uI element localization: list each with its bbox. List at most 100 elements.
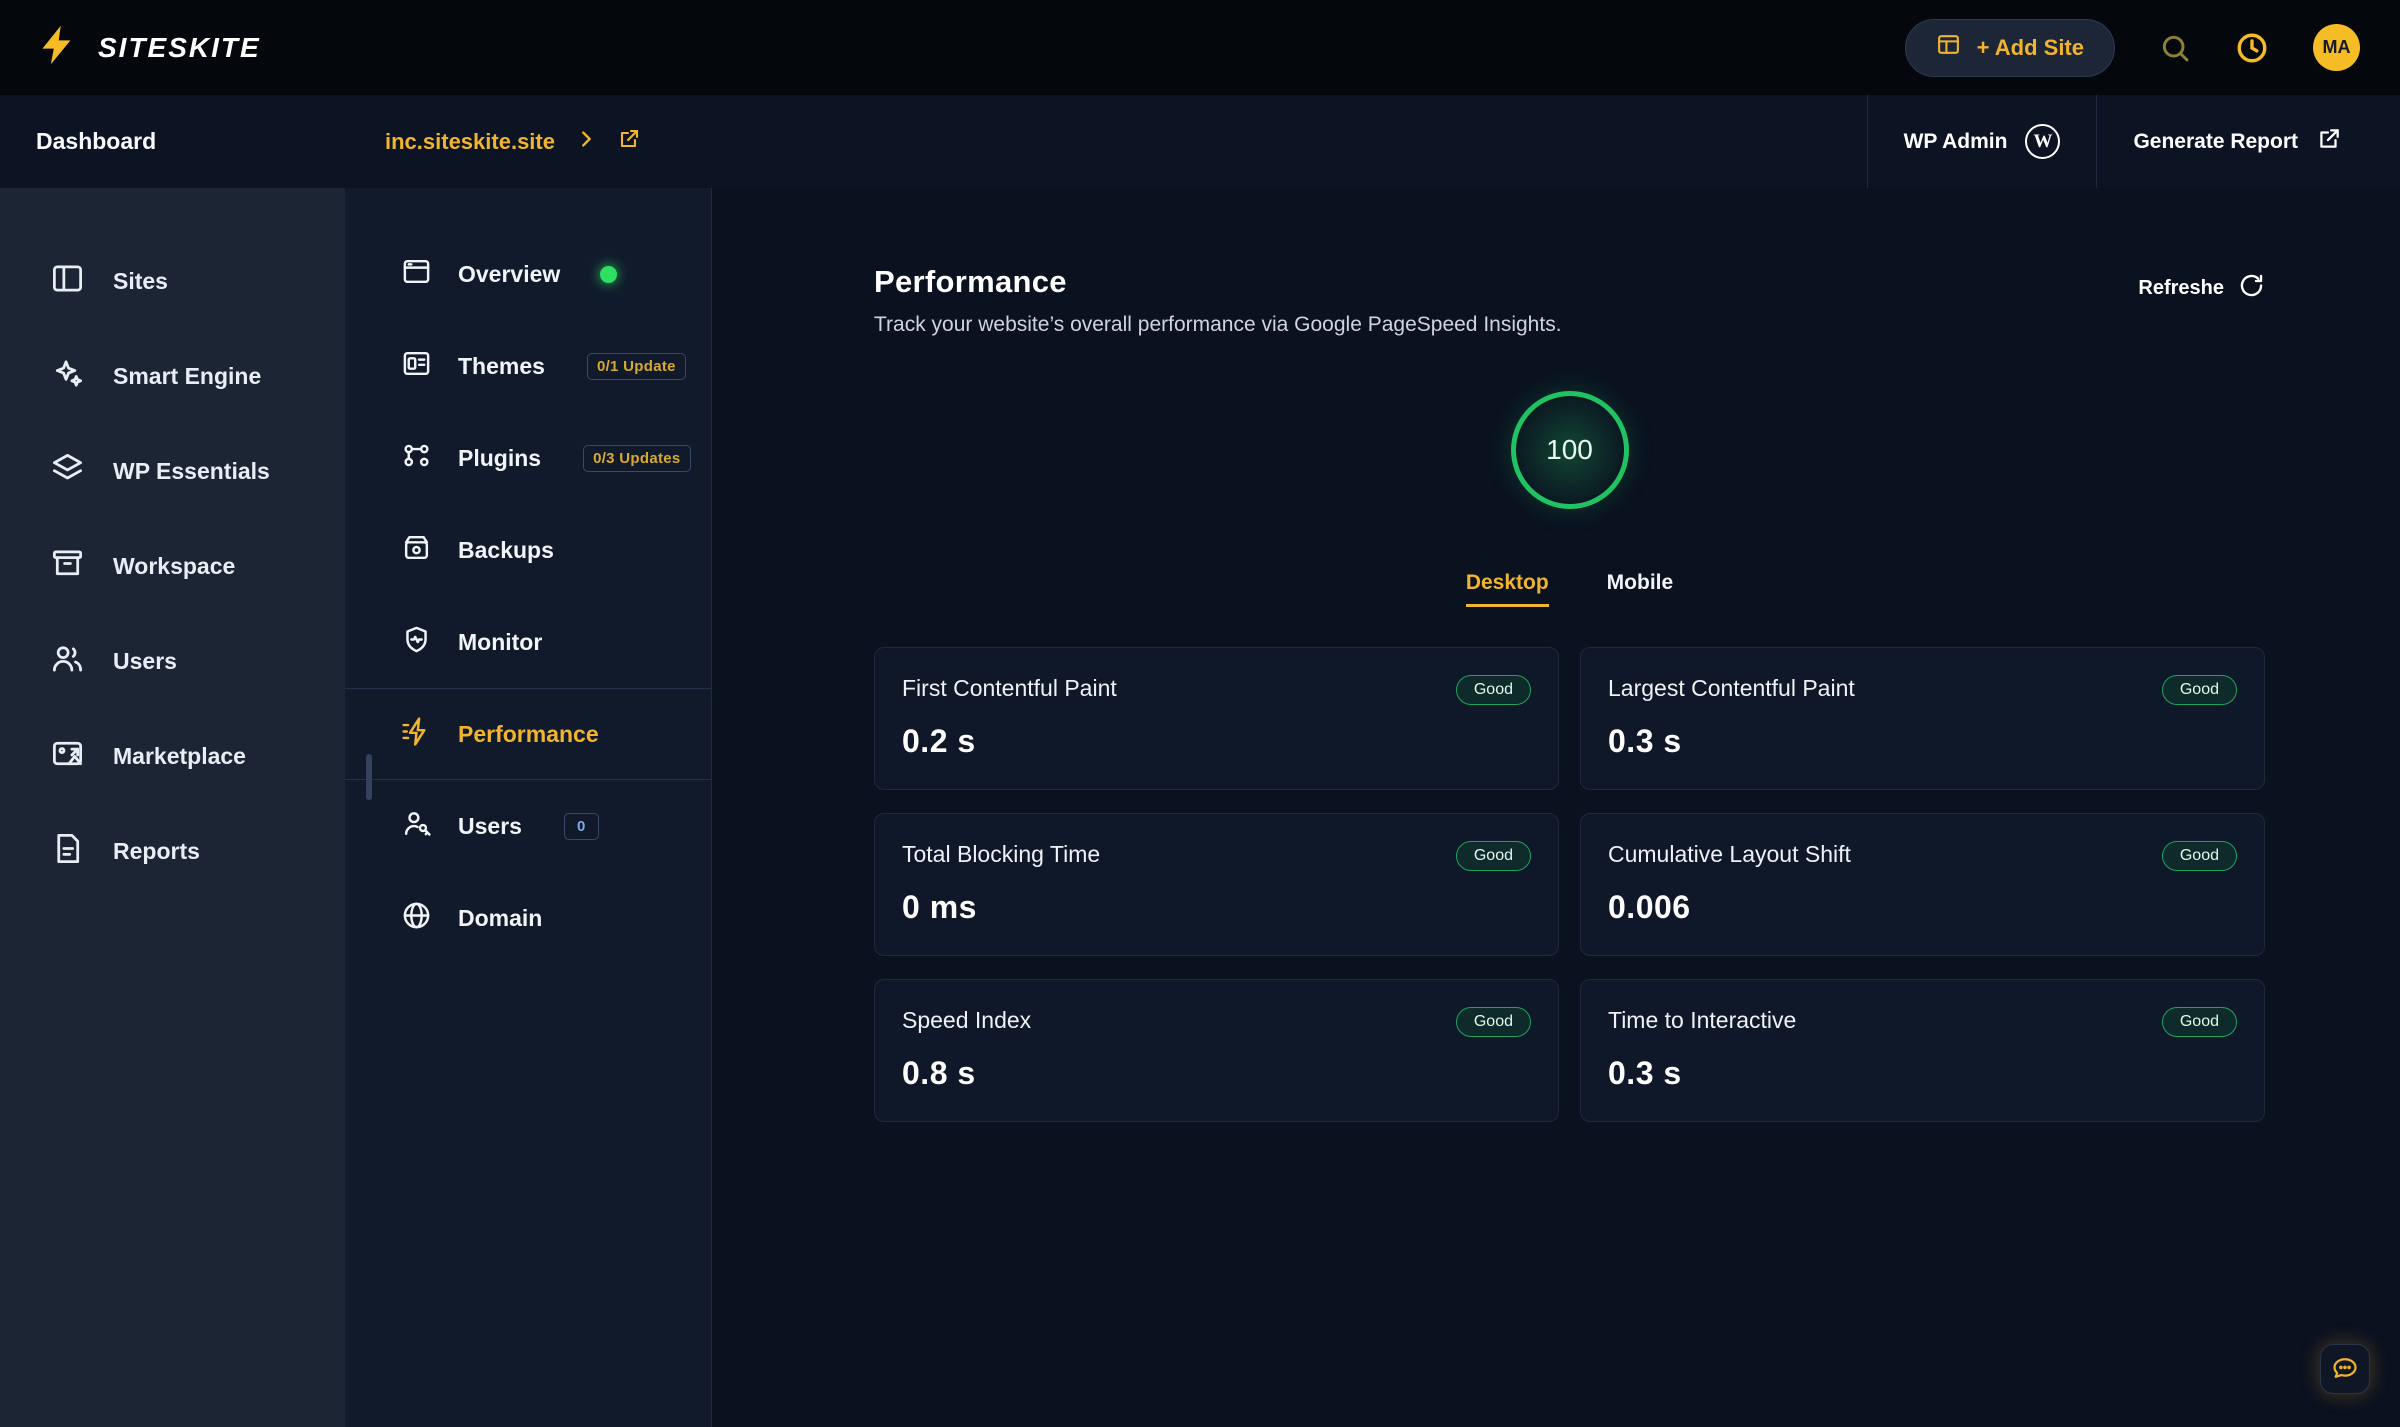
metric-card-first-contentful-paint: First Contentful Paint Good 0.2 s (874, 647, 1559, 790)
tab-desktop[interactable]: Desktop (1466, 571, 1549, 607)
site-nav-item-users[interactable]: Users 0 (345, 780, 711, 872)
site-nav-label: Monitor (458, 629, 542, 656)
history-clock-icon[interactable] (2235, 31, 2269, 65)
scrollbar-thumb[interactable] (366, 754, 372, 800)
search-icon[interactable] (2159, 32, 2191, 64)
marketplace-icon (50, 736, 85, 777)
status-badge: Good (2162, 841, 2237, 871)
site-nav-label: Backups (458, 537, 554, 564)
refresh-button[interactable]: Refreshe (2138, 272, 2265, 305)
users-count-badge: 0 (564, 813, 599, 840)
metric-card-total-blocking-time: Total Blocking Time Good 0 ms (874, 813, 1559, 956)
metric-value: 0.2 s (902, 723, 1531, 760)
site-nav-label: Overview (458, 261, 560, 288)
wp-admin-label: WP Admin (1904, 130, 2008, 154)
metric-card-cumulative-layout-shift: Cumulative Layout Shift Good 0.006 (1580, 813, 2265, 956)
metric-label: Total Blocking Time (902, 841, 1100, 868)
globe-icon (401, 900, 432, 937)
sidebar-item-marketplace[interactable]: Marketplace (0, 709, 345, 804)
site-nav: Overview Themes 0/1 Update Plugins 0/3 U… (345, 188, 712, 1427)
performance-score-gauge: 100 (1511, 391, 1629, 509)
site-nav-item-themes[interactable]: Themes 0/1 Update (345, 320, 711, 412)
sidebar-item-label: Workspace (113, 553, 235, 580)
refresh-label: Refreshe (2138, 277, 2224, 300)
generate-report-button[interactable]: Generate Report (2096, 95, 2400, 188)
bolt-logo-icon (36, 23, 80, 72)
site-nav-label: Themes (458, 353, 545, 380)
site-nav-item-performance[interactable]: Performance (345, 688, 711, 780)
metric-value: 0.8 s (902, 1055, 1531, 1092)
metric-label: First Contentful Paint (902, 675, 1117, 702)
chat-bubble-icon (2331, 1354, 2359, 1385)
chat-support-button[interactable] (2320, 1344, 2370, 1394)
metric-card-time-to-interactive: Time to Interactive Good 0.3 s (1580, 979, 2265, 1122)
metric-label: Time to Interactive (1608, 1007, 1796, 1034)
backups-icon (401, 532, 432, 569)
tab-mobile[interactable]: Mobile (1607, 571, 1674, 607)
title-block: Performance Track your website’s overall… (874, 264, 1562, 337)
open-site-external-icon[interactable] (617, 127, 641, 157)
generate-report-label: Generate Report (2133, 130, 2298, 154)
page-title: Performance (874, 264, 1562, 300)
performance-bolt-icon (401, 716, 432, 753)
avatar-initials: MA (2323, 37, 2351, 58)
sidebar-item-label: Marketplace (113, 743, 246, 770)
sidebar-item-users[interactable]: Users (0, 614, 345, 709)
top-bar: SITESKITE + Add Site MA (0, 0, 2400, 95)
report-document-icon (50, 831, 85, 872)
main-sidebar: Sites Smart Engine WP Essentials Workspa… (0, 188, 345, 1427)
brand-logo[interactable]: SITESKITE (36, 23, 261, 72)
site-online-dot (600, 266, 617, 283)
sparkles-icon (50, 356, 85, 397)
sidebar-item-label: Sites (113, 268, 168, 295)
metric-value: 0.3 s (1608, 723, 2237, 760)
external-link-icon (2316, 126, 2342, 158)
add-site-label: + Add Site (1977, 35, 2084, 61)
metrics-grid: First Contentful Paint Good 0.2 s Larges… (874, 647, 2265, 1122)
sidebar-item-label: Reports (113, 838, 200, 865)
site-nav-label: Performance (458, 721, 599, 748)
plugins-icon (401, 440, 432, 477)
metric-card-largest-contentful-paint: Largest Contentful Paint Good 0.3 s (1580, 647, 2265, 790)
site-nav-label: Domain (458, 905, 542, 932)
layout-icon (1936, 32, 1961, 63)
status-badge: Good (2162, 675, 2237, 705)
sidebar-item-workspace[interactable]: Workspace (0, 519, 345, 614)
themes-icon (401, 348, 432, 385)
sidebar-item-smart-engine[interactable]: Smart Engine (0, 329, 345, 424)
wp-admin-button[interactable]: WP Admin W (1867, 95, 2097, 188)
users-icon (50, 641, 85, 682)
app-window: SITESKITE + Add Site MA Dashboard inc.si… (0, 0, 2400, 1427)
monitor-shield-icon (401, 624, 432, 661)
sidebar-item-wp-essentials[interactable]: WP Essentials (0, 424, 345, 519)
metric-label: Largest Contentful Paint (1608, 675, 1855, 702)
overview-window-icon (401, 256, 432, 293)
chevron-right-icon[interactable] (575, 128, 597, 156)
sidebar-item-reports[interactable]: Reports (0, 804, 345, 899)
sidebar-item-label: Users (113, 648, 177, 675)
sidebar-item-label: Smart Engine (113, 363, 261, 390)
add-site-button[interactable]: + Add Site (1905, 19, 2115, 77)
device-tabs: Desktop Mobile (874, 571, 2265, 607)
metric-label: Cumulative Layout Shift (1608, 841, 1851, 868)
top-bar-actions: + Add Site MA (1905, 19, 2360, 77)
sidebar-item-sites[interactable]: Sites (0, 234, 345, 329)
sites-icon (50, 261, 85, 302)
avatar[interactable]: MA (2313, 24, 2360, 71)
sub-header-actions: WP Admin W Generate Report (1867, 95, 2400, 188)
site-nav-item-plugins[interactable]: Plugins 0/3 Updates (345, 412, 711, 504)
brand-name: SITESKITE (98, 32, 261, 64)
site-nav-item-domain[interactable]: Domain (345, 872, 711, 964)
metric-value: 0.3 s (1608, 1055, 2237, 1092)
site-nav-item-backups[interactable]: Backups (345, 504, 711, 596)
archive-box-icon (50, 546, 85, 587)
sub-header: Dashboard inc.siteskite.site WP Admin W … (0, 95, 2400, 188)
status-badge: Good (2162, 1007, 2237, 1037)
site-nav-item-overview[interactable]: Overview (345, 228, 711, 320)
site-switcher[interactable]: inc.siteskite.site (345, 127, 1867, 157)
site-nav-item-monitor[interactable]: Monitor (345, 596, 711, 688)
performance-score-value: 100 (1546, 434, 1593, 466)
wordpress-icon: W (2025, 124, 2060, 159)
metric-value: 0 ms (902, 889, 1531, 926)
metric-label: Speed Index (902, 1007, 1031, 1034)
